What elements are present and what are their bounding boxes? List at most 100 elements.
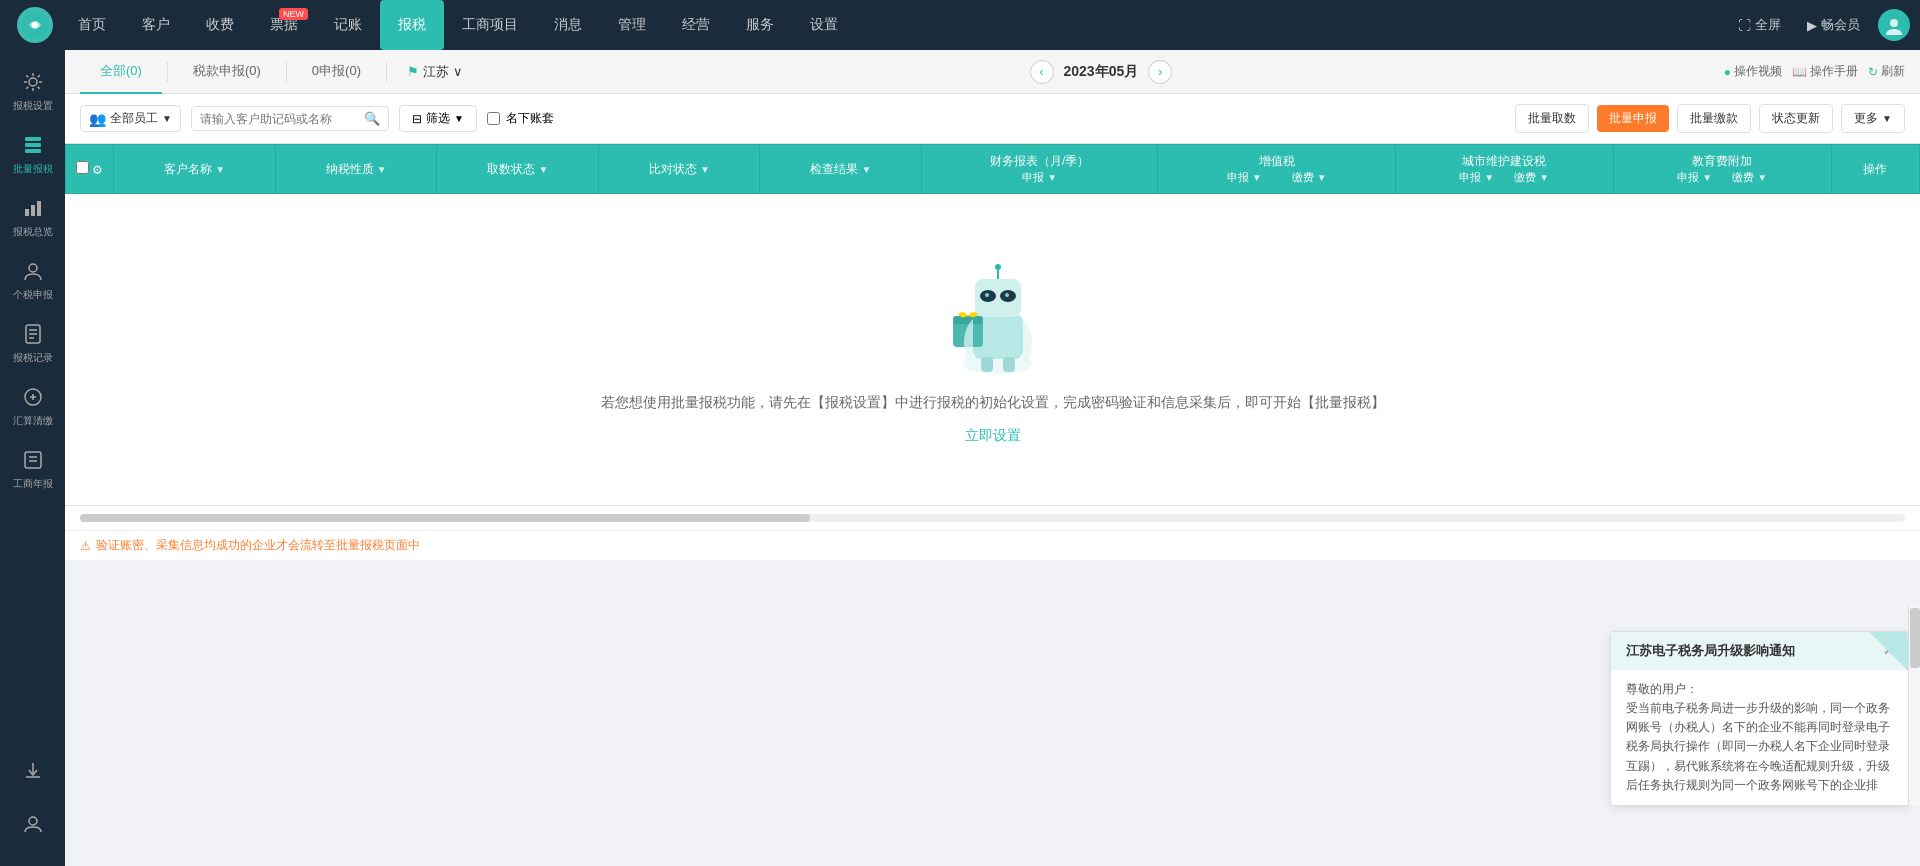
filter-chevron-icon: ▼ bbox=[454, 113, 464, 124]
tab-all[interactable]: 全部(0) bbox=[80, 50, 162, 94]
sidebar: 报税设置 批量报税 报税总览 个税申报 报税记录 汇算清缴 工商年报 bbox=[0, 50, 65, 866]
nav-service[interactable]: 服务 bbox=[728, 0, 792, 50]
refresh-btn[interactable]: ↻ 刷新 bbox=[1868, 63, 1905, 80]
member-icon: ▶ bbox=[1807, 18, 1817, 33]
batch-declare-btn[interactable]: 批量申报 bbox=[1597, 105, 1669, 132]
tab-tax-declare[interactable]: 税款申报(0) bbox=[173, 50, 281, 94]
employee-select[interactable]: 👥 全部员工 ▼ bbox=[80, 105, 181, 132]
nav-settings[interactable]: 设置 bbox=[792, 0, 856, 50]
right-scrollbar-thumb bbox=[1910, 608, 1920, 668]
search-input-wrapper: 🔍 bbox=[191, 106, 389, 131]
tax-record-icon bbox=[21, 322, 45, 346]
check-result-header: 检查结果 ▼ bbox=[760, 145, 922, 194]
region-selector[interactable]: ⚑ 江苏 ∨ bbox=[392, 63, 478, 81]
operation-header: 操作 bbox=[1831, 145, 1919, 194]
region-flag-icon: ⚑ bbox=[407, 64, 419, 79]
svg-rect-8 bbox=[31, 205, 35, 216]
city-tax-header: 城市维护建设税申报 ▼缴费 ▼ bbox=[1395, 145, 1613, 194]
tabs-right-actions: ● 操作视频 📖 操作手册 ↻ 刷新 bbox=[1724, 63, 1905, 80]
avatar[interactable] bbox=[1878, 9, 1910, 41]
nav-bookkeeping[interactable]: 记账 bbox=[316, 0, 380, 50]
filter-icon-fetch[interactable]: ▼ bbox=[538, 164, 548, 175]
empty-main-text: 若您想使用批量报税功能，请先在【报税设置】中进行报税的初始化设置，完成密码验证和… bbox=[601, 394, 1385, 412]
more-chevron-icon: ▼ bbox=[1882, 113, 1892, 124]
filter-btn[interactable]: ⊟ 筛选 ▼ bbox=[399, 105, 477, 132]
nav-operations[interactable]: 经营 bbox=[664, 0, 728, 50]
nav-tax[interactable]: 报税 bbox=[380, 0, 444, 50]
sidebar-item-batch-tax[interactable]: 批量报税 bbox=[0, 123, 65, 186]
month-navigation: ‹ 2023年05月 › bbox=[1030, 60, 1173, 84]
tab-zero-declare[interactable]: 0申报(0) bbox=[292, 50, 381, 94]
employee-icon: 👥 bbox=[89, 111, 106, 127]
nav-billing[interactable]: 收费 bbox=[188, 0, 252, 50]
select-all-checkbox[interactable] bbox=[76, 161, 89, 174]
fullscreen-btn[interactable]: ⛶ 全屏 bbox=[1730, 16, 1789, 34]
bottom-scrollbar[interactable] bbox=[65, 505, 1920, 530]
account-icon bbox=[21, 812, 45, 836]
top-navigation: 首页 客户 收费 票据 NEW 记账 报税 工商项目 消息 管理 经营 服务 设… bbox=[0, 0, 1920, 50]
search-icon[interactable]: 🔍 bbox=[364, 111, 380, 126]
more-btn[interactable]: 更多 ▼ bbox=[1841, 104, 1905, 133]
operation-video-btn[interactable]: ● 操作视频 bbox=[1724, 63, 1782, 80]
sidebar-item-personal-tax[interactable]: 个税申报 bbox=[0, 249, 65, 312]
svg-rect-30 bbox=[953, 316, 983, 324]
dropdown-chevron-icon: ▼ bbox=[162, 113, 172, 124]
toolbar: 👥 全部员工 ▼ 🔍 ⊟ 筛选 ▼ 名下账套 批量取数 批量申报 批量缴款 状态… bbox=[65, 94, 1920, 144]
status-update-btn[interactable]: 状态更新 bbox=[1759, 104, 1833, 133]
svg-point-2 bbox=[1890, 19, 1898, 27]
checkbox-column-header: ⚙ bbox=[66, 145, 114, 194]
sidebar-account[interactable] bbox=[0, 802, 65, 846]
next-month-btn[interactable]: › bbox=[1148, 60, 1172, 84]
batch-fetch-btn[interactable]: 批量取数 bbox=[1515, 104, 1589, 133]
sidebar-item-settlement[interactable]: 汇算清缴 bbox=[0, 375, 65, 438]
robot-illustration bbox=[933, 254, 1053, 374]
filter-icon-nature[interactable]: ▼ bbox=[377, 164, 387, 175]
sidebar-download[interactable] bbox=[0, 748, 65, 792]
nav-message[interactable]: 消息 bbox=[536, 0, 600, 50]
personal-tax-icon bbox=[21, 259, 45, 283]
svg-rect-31 bbox=[981, 357, 993, 372]
checkbox-label-account[interactable]: 名下账套 bbox=[487, 110, 554, 127]
notification-header: 江苏电子税务局升级影响通知 ✕ bbox=[1611, 632, 1909, 670]
search-input[interactable] bbox=[200, 112, 360, 126]
sidebar-item-annual-report[interactable]: 工商年报 bbox=[0, 438, 65, 501]
sidebar-item-tax-record[interactable]: 报税记录 bbox=[0, 312, 65, 375]
refresh-icon: ↻ bbox=[1868, 65, 1878, 79]
notification-panel: 江苏电子税务局升级影响通知 ✕ 尊敬的用户： 受当前电子税务局进一步升级的影响，… bbox=[1610, 631, 1910, 806]
nav-items: 首页 客户 收费 票据 NEW 记账 报税 工商项目 消息 管理 经营 服务 设… bbox=[60, 0, 1730, 50]
nav-invoice[interactable]: 票据 NEW bbox=[252, 0, 316, 50]
filter-icon-check[interactable]: ▼ bbox=[861, 164, 871, 175]
setup-link[interactable]: 立即设置 bbox=[965, 427, 1021, 445]
filter-icon-financial[interactable]: ▼ bbox=[1047, 172, 1057, 183]
svg-rect-7 bbox=[25, 209, 29, 216]
sidebar-item-tax-overview[interactable]: 报税总览 bbox=[0, 186, 65, 249]
customer-name-header: 客户名称 ▼ bbox=[114, 145, 276, 194]
new-badge: NEW bbox=[279, 8, 308, 20]
account-checkbox[interactable] bbox=[487, 112, 500, 125]
notification-text: 尊敬的用户： 受当前电子税务局进一步升级的影响，同一个政务网账号（办税人）名下的… bbox=[1626, 680, 1894, 795]
nav-manage[interactable]: 管理 bbox=[600, 0, 664, 50]
data-table-container: ⚙ 客户名称 ▼ 纳税性质 ▼ 取数状态 ▼ 比对状态 ▼ 检查结果 ▼ 财务报… bbox=[65, 144, 1920, 505]
filter-icon: ⊟ bbox=[412, 112, 422, 126]
nav-commerce[interactable]: 工商项目 bbox=[444, 0, 536, 50]
sidebar-bottom bbox=[0, 748, 65, 846]
empty-state: 若您想使用批量报税功能，请先在【报税设置】中进行报税的初始化设置，完成密码验证和… bbox=[65, 194, 1920, 505]
nav-customer[interactable]: 客户 bbox=[124, 0, 188, 50]
tax-nature-header: 纳税性质 ▼ bbox=[275, 145, 437, 194]
member-btn[interactable]: ▶ 畅会员 bbox=[1799, 16, 1868, 34]
batch-pay-btn[interactable]: 批量缴款 bbox=[1677, 104, 1751, 133]
download-icon bbox=[21, 758, 45, 782]
logo[interactable] bbox=[10, 0, 60, 50]
svg-rect-9 bbox=[37, 201, 41, 216]
annual-report-icon bbox=[21, 448, 45, 472]
filter-icon-compare[interactable]: ▼ bbox=[700, 164, 710, 175]
filter-icon-customer[interactable]: ▼ bbox=[215, 164, 225, 175]
prev-month-btn[interactable]: ‹ bbox=[1030, 60, 1054, 84]
sidebar-item-tax-settings[interactable]: 报税设置 bbox=[0, 60, 65, 123]
batch-tax-icon bbox=[21, 133, 45, 157]
right-scrollbar-track[interactable] bbox=[1908, 606, 1920, 806]
settings-icon[interactable]: ⚙ bbox=[92, 163, 103, 177]
operation-manual-btn[interactable]: 📖 操作手册 bbox=[1792, 63, 1858, 80]
video-icon: ● bbox=[1724, 65, 1731, 79]
nav-home[interactable]: 首页 bbox=[60, 0, 124, 50]
